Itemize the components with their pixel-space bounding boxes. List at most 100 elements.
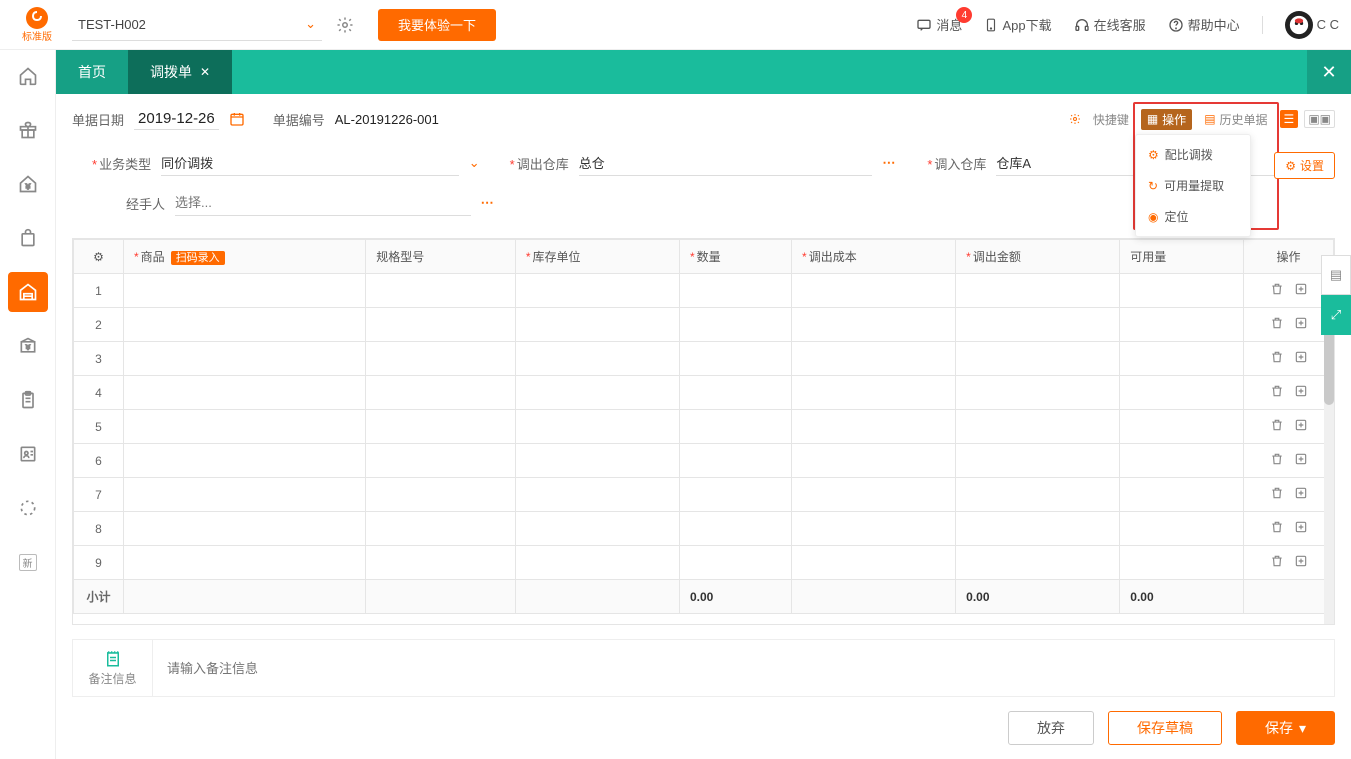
cell-spec[interactable] bbox=[366, 376, 516, 410]
rail-loading[interactable] bbox=[8, 488, 48, 528]
table-row[interactable]: 7 bbox=[74, 478, 1334, 512]
rail-money[interactable]: ¥ bbox=[8, 164, 48, 204]
chevron-down-icon[interactable]: ⌄ bbox=[469, 155, 480, 171]
cell-spec[interactable] bbox=[366, 512, 516, 546]
cell-available[interactable] bbox=[1120, 308, 1244, 342]
op-available-extract[interactable]: ↻可用量提取 bbox=[1136, 170, 1250, 201]
close-all-tabs[interactable]: ✕ bbox=[1307, 50, 1351, 94]
cell-out-amount[interactable] bbox=[956, 274, 1120, 308]
cell-qty[interactable] bbox=[679, 274, 791, 308]
cell-available[interactable] bbox=[1120, 546, 1244, 580]
cell-available[interactable] bbox=[1120, 342, 1244, 376]
add-row-icon[interactable] bbox=[1294, 282, 1308, 299]
op-ratio-transfer[interactable]: ⚙配比调拨 bbox=[1136, 139, 1250, 170]
table-row[interactable]: 1 bbox=[74, 274, 1334, 308]
cell-spec[interactable] bbox=[366, 410, 516, 444]
delete-row-icon[interactable] bbox=[1270, 282, 1284, 299]
table-row[interactable]: 6 bbox=[74, 444, 1334, 478]
rail-home[interactable] bbox=[8, 56, 48, 96]
tool-operate[interactable]: ▦ 操作 bbox=[1141, 109, 1192, 130]
rail-gift[interactable] bbox=[8, 110, 48, 150]
doc-date-value[interactable]: 2019-12-26 bbox=[134, 108, 219, 130]
cell-unit[interactable] bbox=[515, 444, 679, 478]
calendar-icon[interactable] bbox=[229, 111, 245, 127]
scan-button[interactable]: 扫码录入 bbox=[171, 251, 225, 265]
cell-available[interactable] bbox=[1120, 444, 1244, 478]
discard-button[interactable]: 放弃 bbox=[1008, 711, 1094, 745]
handler-input[interactable] bbox=[175, 190, 471, 216]
cell-out-amount[interactable] bbox=[956, 478, 1120, 512]
cell-out-amount[interactable] bbox=[956, 546, 1120, 580]
view-grid[interactable]: ▣▣ bbox=[1304, 110, 1335, 128]
rail-warehouse[interactable] bbox=[8, 272, 48, 312]
cell-product[interactable] bbox=[124, 342, 366, 376]
table-row[interactable]: 5 bbox=[74, 410, 1334, 444]
delete-row-icon[interactable] bbox=[1270, 520, 1284, 537]
cell-qty[interactable] bbox=[679, 342, 791, 376]
table-row[interactable]: 9 bbox=[74, 546, 1334, 580]
cell-product[interactable] bbox=[124, 308, 366, 342]
delete-row-icon[interactable] bbox=[1270, 418, 1284, 435]
tab-home[interactable]: 首页 bbox=[56, 50, 128, 94]
float-expand[interactable]: ⤢ bbox=[1321, 295, 1351, 335]
more-icon[interactable]: ⋯ bbox=[481, 195, 496, 211]
cell-out-cost[interactable] bbox=[792, 478, 956, 512]
delete-row-icon[interactable] bbox=[1270, 554, 1284, 571]
cell-out-amount[interactable] bbox=[956, 444, 1120, 478]
cell-out-cost[interactable] bbox=[792, 410, 956, 444]
cell-available[interactable] bbox=[1120, 376, 1244, 410]
out-wh-input[interactable] bbox=[579, 150, 873, 176]
add-row-icon[interactable] bbox=[1294, 554, 1308, 571]
cell-available[interactable] bbox=[1120, 410, 1244, 444]
cell-out-amount[interactable] bbox=[956, 410, 1120, 444]
table-row[interactable]: 4 bbox=[74, 376, 1334, 410]
table-row[interactable]: 8 bbox=[74, 512, 1334, 546]
cell-qty[interactable] bbox=[679, 546, 791, 580]
cell-qty[interactable] bbox=[679, 376, 791, 410]
delete-row-icon[interactable] bbox=[1270, 452, 1284, 469]
cell-qty[interactable] bbox=[679, 512, 791, 546]
table-row[interactable]: 2 bbox=[74, 308, 1334, 342]
cell-spec[interactable] bbox=[366, 546, 516, 580]
cell-spec[interactable] bbox=[366, 342, 516, 376]
cell-out-amount[interactable] bbox=[956, 376, 1120, 410]
cell-product[interactable] bbox=[124, 444, 366, 478]
op-locate[interactable]: ◉定位 bbox=[1136, 201, 1250, 232]
rail-wallet[interactable]: ¥ bbox=[8, 326, 48, 366]
cell-unit[interactable] bbox=[515, 512, 679, 546]
cell-out-cost[interactable] bbox=[792, 274, 956, 308]
add-row-icon[interactable] bbox=[1294, 452, 1308, 469]
cell-spec[interactable] bbox=[366, 478, 516, 512]
rail-new[interactable]: 新 bbox=[8, 542, 48, 582]
cell-unit[interactable] bbox=[515, 342, 679, 376]
float-note[interactable]: ▤ bbox=[1321, 255, 1351, 295]
rail-contact[interactable] bbox=[8, 434, 48, 474]
add-row-icon[interactable] bbox=[1294, 350, 1308, 367]
view-list[interactable]: ☰ bbox=[1280, 110, 1299, 128]
rail-clipboard[interactable] bbox=[8, 380, 48, 420]
remark-input[interactable] bbox=[153, 640, 1334, 696]
table-row[interactable]: 3 bbox=[74, 342, 1334, 376]
delete-row-icon[interactable] bbox=[1270, 350, 1284, 367]
cell-product[interactable] bbox=[124, 274, 366, 308]
cell-out-cost[interactable] bbox=[792, 512, 956, 546]
cell-qty[interactable] bbox=[679, 444, 791, 478]
cell-product[interactable] bbox=[124, 512, 366, 546]
cell-qty[interactable] bbox=[679, 308, 791, 342]
cell-out-cost[interactable] bbox=[792, 546, 956, 580]
cell-spec[interactable] bbox=[366, 444, 516, 478]
gear-icon[interactable] bbox=[336, 16, 354, 34]
cell-product[interactable] bbox=[124, 546, 366, 580]
rail-bag[interactable] bbox=[8, 218, 48, 258]
add-row-icon[interactable] bbox=[1294, 384, 1308, 401]
cell-qty[interactable] bbox=[679, 478, 791, 512]
cell-qty[interactable] bbox=[679, 410, 791, 444]
cell-spec[interactable] bbox=[366, 274, 516, 308]
more-icon[interactable]: ⋯ bbox=[882, 155, 897, 171]
cell-out-cost[interactable] bbox=[792, 444, 956, 478]
cell-product[interactable] bbox=[124, 410, 366, 444]
col-settings[interactable]: ⚙ bbox=[74, 240, 124, 274]
cell-spec[interactable] bbox=[366, 308, 516, 342]
biz-type-input[interactable] bbox=[161, 150, 459, 176]
add-row-icon[interactable] bbox=[1294, 520, 1308, 537]
